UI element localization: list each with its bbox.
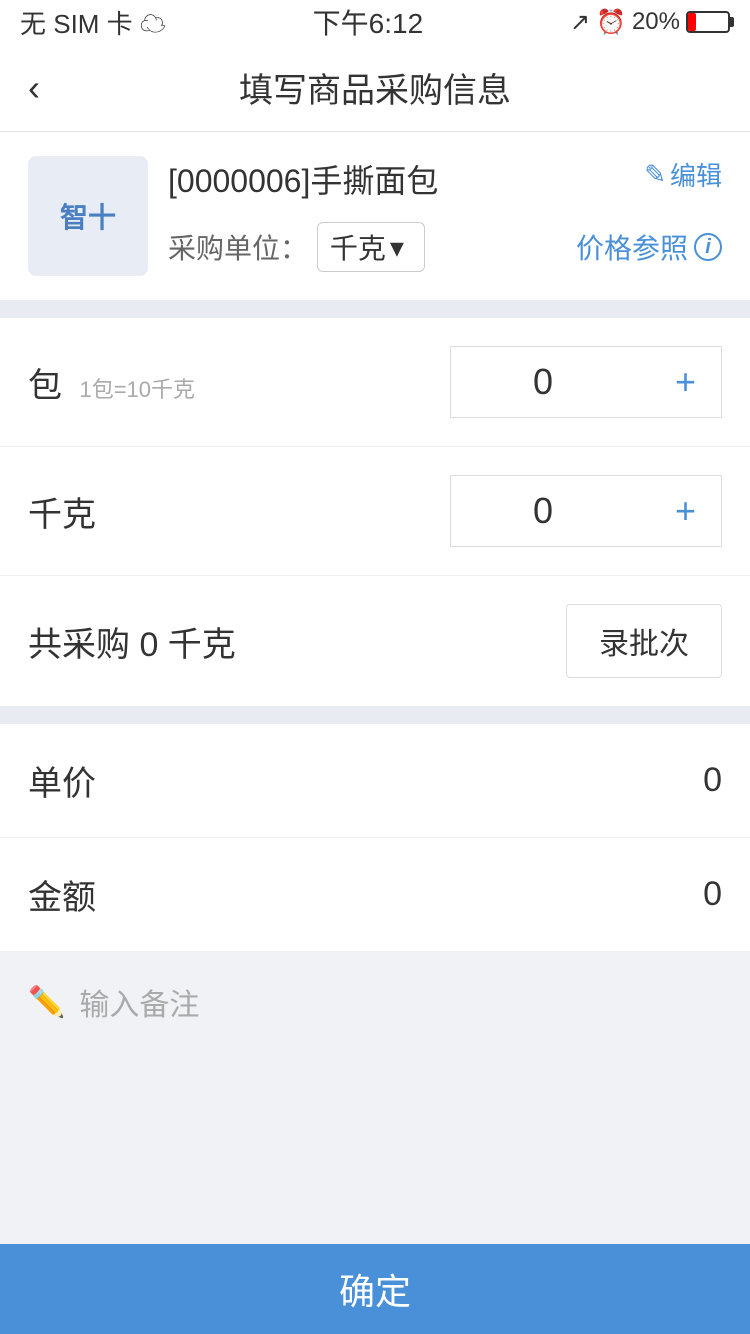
bao-input-row: 包 1包=10千克 + (0, 318, 750, 447)
pencil-icon: ✏️ (28, 985, 65, 1020)
summary-text: 共采购 0 千克 (28, 617, 236, 666)
kilogram-label: 千克 (28, 487, 450, 536)
status-right: ↗ ⏰ 20% (570, 8, 730, 37)
bottom-space (0, 1052, 750, 1252)
product-image: 智十 (28, 156, 148, 276)
back-button[interactable]: ‹ (28, 67, 40, 109)
kilogram-plus-button[interactable]: + (650, 475, 722, 547)
amount-row: 金额 0 (0, 838, 750, 952)
amount-label: 金额 (28, 870, 96, 919)
status-left: 无 SIM 卡 ☁ (20, 4, 166, 41)
bao-plus-button[interactable]: + (650, 346, 722, 418)
unit-price-label: 单价 (28, 756, 96, 805)
confirm-button[interactable]: 确定 (0, 1244, 750, 1334)
price-ref-label: 价格参照 (576, 227, 688, 267)
product-card: 智十 [0000006]手撕面包 ✎ 编辑 采购单位： 千克 ▾ (0, 132, 750, 300)
bao-input[interactable] (450, 346, 650, 418)
unit-price-row: 单价 0 (0, 724, 750, 838)
divider-1 (0, 300, 750, 318)
input-section: 包 1包=10千克 + 千克 + (0, 318, 750, 576)
amount-value: 0 (703, 875, 722, 914)
status-bar: 无 SIM 卡 ☁ 下午6:12 ↗ ⏰ 20% (0, 0, 750, 44)
unit-value: 千克 (330, 227, 386, 267)
unit-label: 采购单位： (168, 233, 308, 264)
confirm-label: 确定 (339, 1263, 411, 1315)
kilogram-input[interactable] (450, 475, 650, 547)
bao-sublabel: 1包=10千克 (79, 377, 195, 402)
note-section[interactable]: ✏️ 输入备注 (0, 952, 750, 1052)
edit-label: 编辑 (670, 156, 722, 193)
product-unit-row: 采购单位： 千克 ▾ 价格参照 i (168, 222, 722, 272)
product-image-text: 智十 (60, 196, 116, 236)
edit-icon: ✎ (644, 159, 666, 190)
price-ref-button[interactable]: 价格参照 i (576, 227, 722, 267)
status-time: 下午6:12 (313, 2, 424, 42)
bao-label: 包 1包=10千克 (28, 358, 450, 407)
price-section: 单价 0 金额 0 (0, 724, 750, 952)
nav-bar: ‹ 填写商品采购信息 (0, 44, 750, 132)
product-info: [0000006]手撕面包 ✎ 编辑 采购单位： 千克 ▾ 价格参照 i (168, 156, 722, 272)
sim-label: 无 SIM 卡 ☁ (20, 4, 166, 41)
unit-container: 采购单位： 千克 ▾ (168, 222, 425, 272)
content: 智十 [0000006]手撕面包 ✎ 编辑 采购单位： 千克 ▾ (0, 132, 750, 1252)
info-icon: i (694, 233, 722, 261)
summary-row: 共采购 0 千克 录批次 (0, 576, 750, 706)
edit-button[interactable]: ✎ 编辑 (644, 156, 722, 193)
battery-percent: 20% (632, 8, 680, 36)
page-title: 填写商品采购信息 (239, 63, 511, 112)
divider-2 (0, 706, 750, 724)
alarm-icon: ⏰ (596, 8, 626, 37)
product-header: [0000006]手撕面包 ✎ 编辑 (168, 156, 722, 202)
chevron-down-icon: ▾ (390, 231, 404, 264)
navigation-icon: ↗ (570, 8, 590, 37)
unit-price-value: 0 (703, 761, 722, 800)
record-batch-button[interactable]: 录批次 (566, 604, 722, 678)
product-name: [0000006]手撕面包 (168, 156, 644, 202)
kilogram-input-row: 千克 + (0, 447, 750, 576)
battery-icon (686, 11, 730, 33)
note-placeholder: 输入备注 (79, 980, 199, 1024)
battery-fill (688, 13, 696, 31)
unit-select[interactable]: 千克 ▾ (317, 222, 425, 272)
kilogram-input-wrap: + (450, 475, 722, 547)
bao-input-wrap: + (450, 346, 722, 418)
